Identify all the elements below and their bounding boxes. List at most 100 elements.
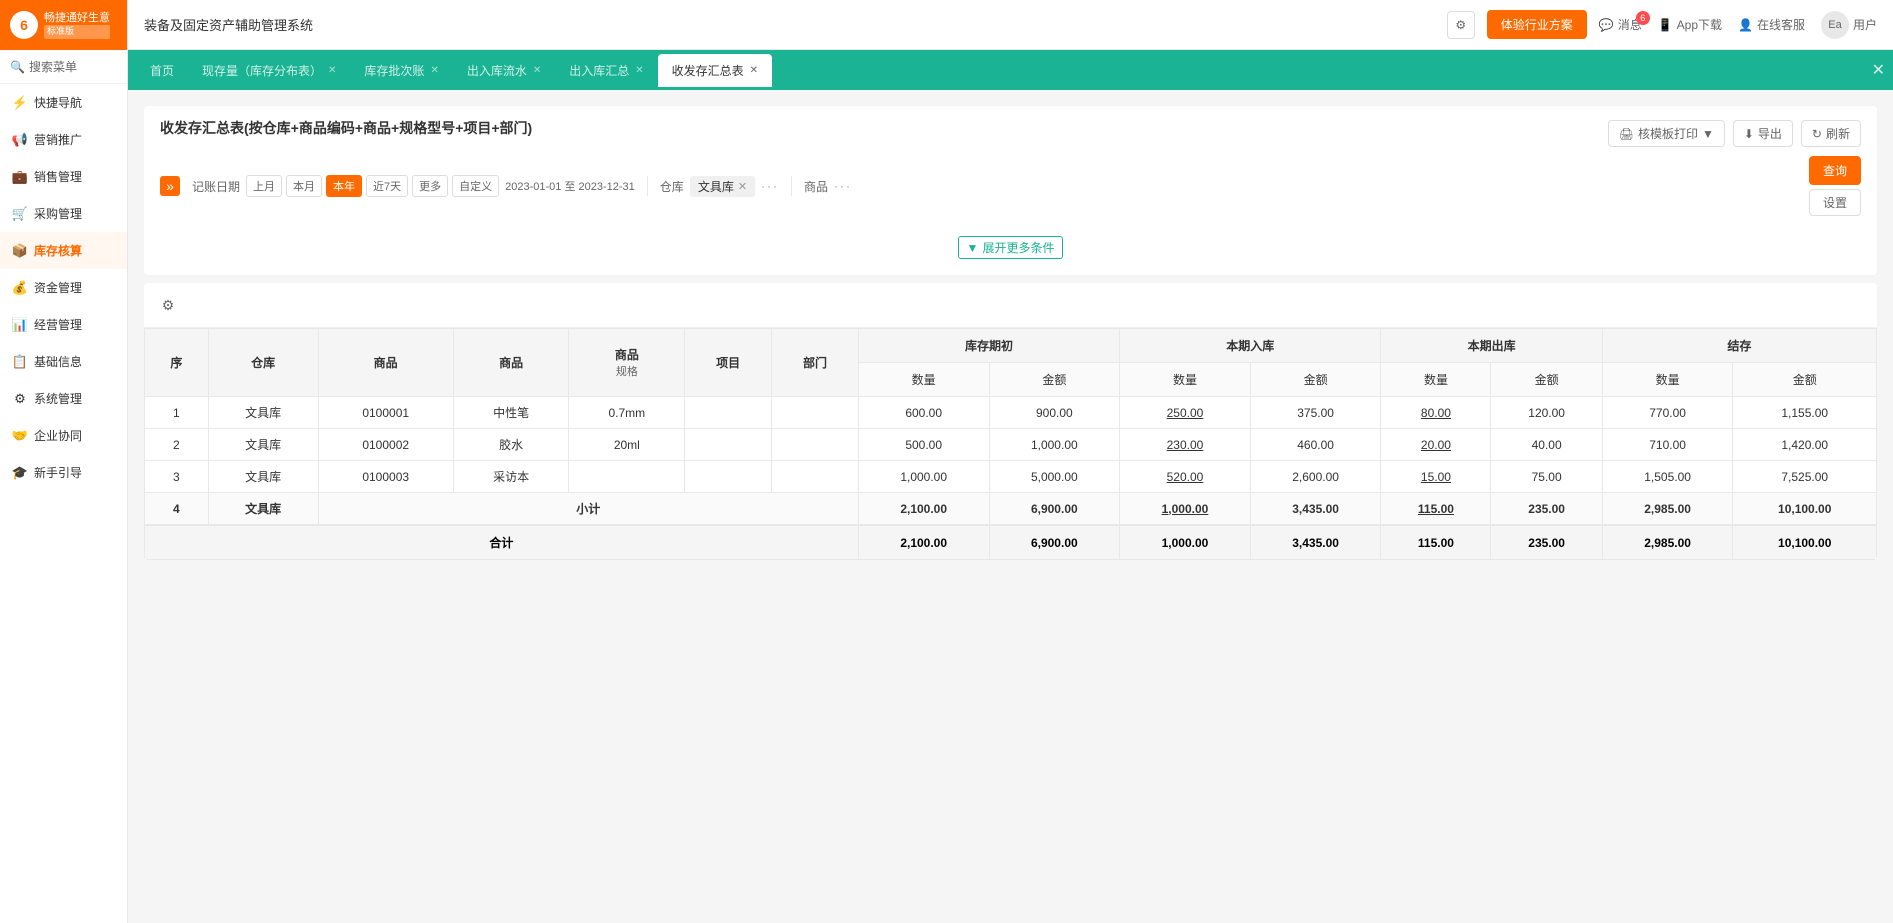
cell-opening-qty-1: 600.00 [858,397,989,429]
header-actions: 💬 消息 6 📱 App下载 👤 在线客服 Ea 用户 [1599,11,1877,39]
print-btn[interactable]: 🖨 核模板打印 ▼ [1608,120,1725,147]
col-header-balance-amt: 金额 [1733,363,1877,397]
cell-out-qty-3[interactable]: 15.00 [1381,461,1491,493]
set-btn[interactable]: 设置 [1809,189,1861,216]
warehouse-tag-close[interactable]: ✕ [738,180,747,193]
table-settings-icon[interactable]: ⚙ [156,293,180,317]
print-icon: 🖨 [1619,127,1634,141]
date-filter-section: 记账日期 上月 本月 本年 近7天 更多 自定义 2023-01-01 至 20… [192,175,635,197]
tab-close-batch[interactable]: ✕ [430,65,438,76]
cell-opening-qty-3: 1,000.00 [858,461,989,493]
sidebar-item-inventory[interactable]: 📦 库存核算 [0,232,127,269]
cell-total-opening-qty: 2,100.00 [858,525,989,560]
refresh-btn[interactable]: ↻ 刷新 [1801,120,1861,147]
cell-out-qty-1[interactable]: 80.00 [1381,397,1491,429]
logo-text: 畅捷通好生意 标准版 [44,11,110,39]
cell-in-qty-2[interactable]: 230.00 [1120,429,1251,461]
tab-home[interactable]: 首页 [136,54,188,87]
cell-subtotal-in-amt: 3,435.00 [1250,493,1381,526]
date-btn-7days[interactable]: 近7天 [366,175,408,197]
tab-close-receive-send[interactable]: ✕ [750,65,758,76]
sidebar-item-collab[interactable]: 🤝 企业协同 [0,417,127,454]
sidebar-item-finance[interactable]: 💰 资金管理 [0,269,127,306]
cell-name-1: 中性笔 [453,397,569,429]
cell-name-2: 胶水 [453,429,569,461]
purchase-icon: 🛒 [12,206,28,222]
cell-code-2: 0100002 [318,429,453,461]
cell-out-qty-2[interactable]: 20.00 [1381,429,1491,461]
marketing-icon: 📢 [12,132,28,148]
tab-batch[interactable]: 库存批次账 ✕ [350,54,452,87]
cell-subtotal-in-qty[interactable]: 1,000.00 [1120,493,1251,526]
col-header-dept: 部门 [772,329,859,397]
try-btn[interactable]: 体验行业方案 [1487,10,1587,39]
message-btn[interactable]: 💬 消息 6 [1599,16,1642,33]
cell-index-1: 1 [145,397,209,429]
warehouse-dots[interactable]: ··· [761,179,779,193]
sidebar-item-basic[interactable]: 📋 基础信息 [0,343,127,380]
cell-warehouse-1: 文具库 [208,397,318,429]
settings-icon[interactable]: ⚙ [1447,11,1475,39]
date-btn-more[interactable]: 更多 [412,175,448,197]
warehouse-tag: 文具库 ✕ [690,176,755,197]
date-btn-this-month[interactable]: 本月 [286,175,322,197]
tab-receive-send-summary[interactable]: 收发存汇总表 ✕ [658,54,772,87]
export-icon: ⬇ [1744,127,1754,141]
app-download-btn[interactable]: 📱 App下载 [1658,16,1722,33]
cell-subtotal-opening-qty: 2,100.00 [858,493,989,526]
cell-balance-qty-3: 1,505.00 [1602,461,1733,493]
expand-conditions-btn[interactable]: ▼ 展开更多条件 [958,236,1064,259]
cell-balance-amt-2: 1,420.00 [1733,429,1877,461]
sidebar-item-system[interactable]: ⚙ 系统管理 [0,380,127,417]
col-header-out-amt: 金额 [1491,363,1602,397]
finance-icon: 💰 [12,280,28,296]
sidebar-item-guide[interactable]: 🎓 新手引导 [0,454,127,491]
cell-in-qty-3[interactable]: 520.00 [1120,461,1251,493]
cell-warehouse-2: 文具库 [208,429,318,461]
col-header-balance-qty: 数量 [1602,363,1733,397]
date-btn-this-year[interactable]: 本年 [326,175,362,197]
query-btn[interactable]: 查询 [1809,156,1861,185]
tab-close-inout-summary[interactable]: ✕ [635,65,643,76]
tab-close-inventory-dist[interactable]: ✕ [328,65,336,76]
online-service-btn[interactable]: 👤 在线客服 [1738,16,1805,33]
app-logo: 6 畅捷通好生意 标准版 [0,0,127,50]
expand-collapse-icon[interactable]: » [160,176,180,196]
goods-filter-section: 商品 ··· [804,178,852,195]
tab-inventory-dist[interactable]: 现存量（库存分布表） ✕ [188,54,350,87]
export-btn[interactable]: ⬇ 导出 [1733,120,1793,147]
sidebar: 6 畅捷通好生意 标准版 🔍 搜索菜单 ⚡ 快捷导航 📢 营销推广 💼 销售管理… [0,0,128,923]
sidebar-item-management[interactable]: 📊 经营管理 [0,306,127,343]
cell-name-3: 采访本 [453,461,569,493]
tab-close-inout-flow[interactable]: ✕ [533,65,541,76]
filter-divider-1 [647,176,648,196]
col-header-out: 本期出库 [1381,329,1602,363]
col-header-goods-code: 商品 [318,329,453,397]
cell-in-qty-1[interactable]: 250.00 [1120,397,1251,429]
search-menu[interactable]: 🔍 搜索菜单 [0,50,127,84]
system-title: 装备及固定资产辅助管理系统 [144,15,1435,34]
cell-subtotal-index: 4 [145,493,209,526]
date-btn-last-month[interactable]: 上月 [246,175,282,197]
cell-project-3 [685,461,772,493]
tab-inout-summary[interactable]: 出入库汇总 ✕ [555,54,657,87]
date-btn-custom[interactable]: 自定义 [452,175,499,197]
tab-inout-flow[interactable]: 出入库流水 ✕ [453,54,555,87]
goods-dots[interactable]: ··· [834,179,852,193]
system-icon: ⚙ [12,391,28,407]
cell-subtotal-out-qty[interactable]: 115.00 [1381,493,1491,526]
cell-total-opening-amt: 6,900.00 [989,525,1120,560]
sidebar-item-marketing[interactable]: 📢 营销推广 [0,121,127,158]
date-buttons: 上月 本月 本年 近7天 更多 自定义 [246,175,499,197]
sidebar-item-quick[interactable]: ⚡ 快捷导航 [0,84,127,121]
cell-in-amt-3: 2,600.00 [1250,461,1381,493]
sidebar-item-purchase[interactable]: 🛒 采购管理 [0,195,127,232]
cell-index-2: 2 [145,429,209,461]
col-header-project: 项目 [685,329,772,397]
top-header: 装备及固定资产辅助管理系统 ⚙ 体验行业方案 💬 消息 6 📱 App下载 👤 … [128,0,1893,50]
user-btn[interactable]: Ea 用户 [1821,11,1877,39]
chevron-down-icon: ▼ [1702,127,1714,141]
sidebar-item-sales[interactable]: 💼 销售管理 [0,158,127,195]
service-icon: 👤 [1738,18,1753,32]
tabs-close-all[interactable]: ✕ [1872,60,1885,80]
